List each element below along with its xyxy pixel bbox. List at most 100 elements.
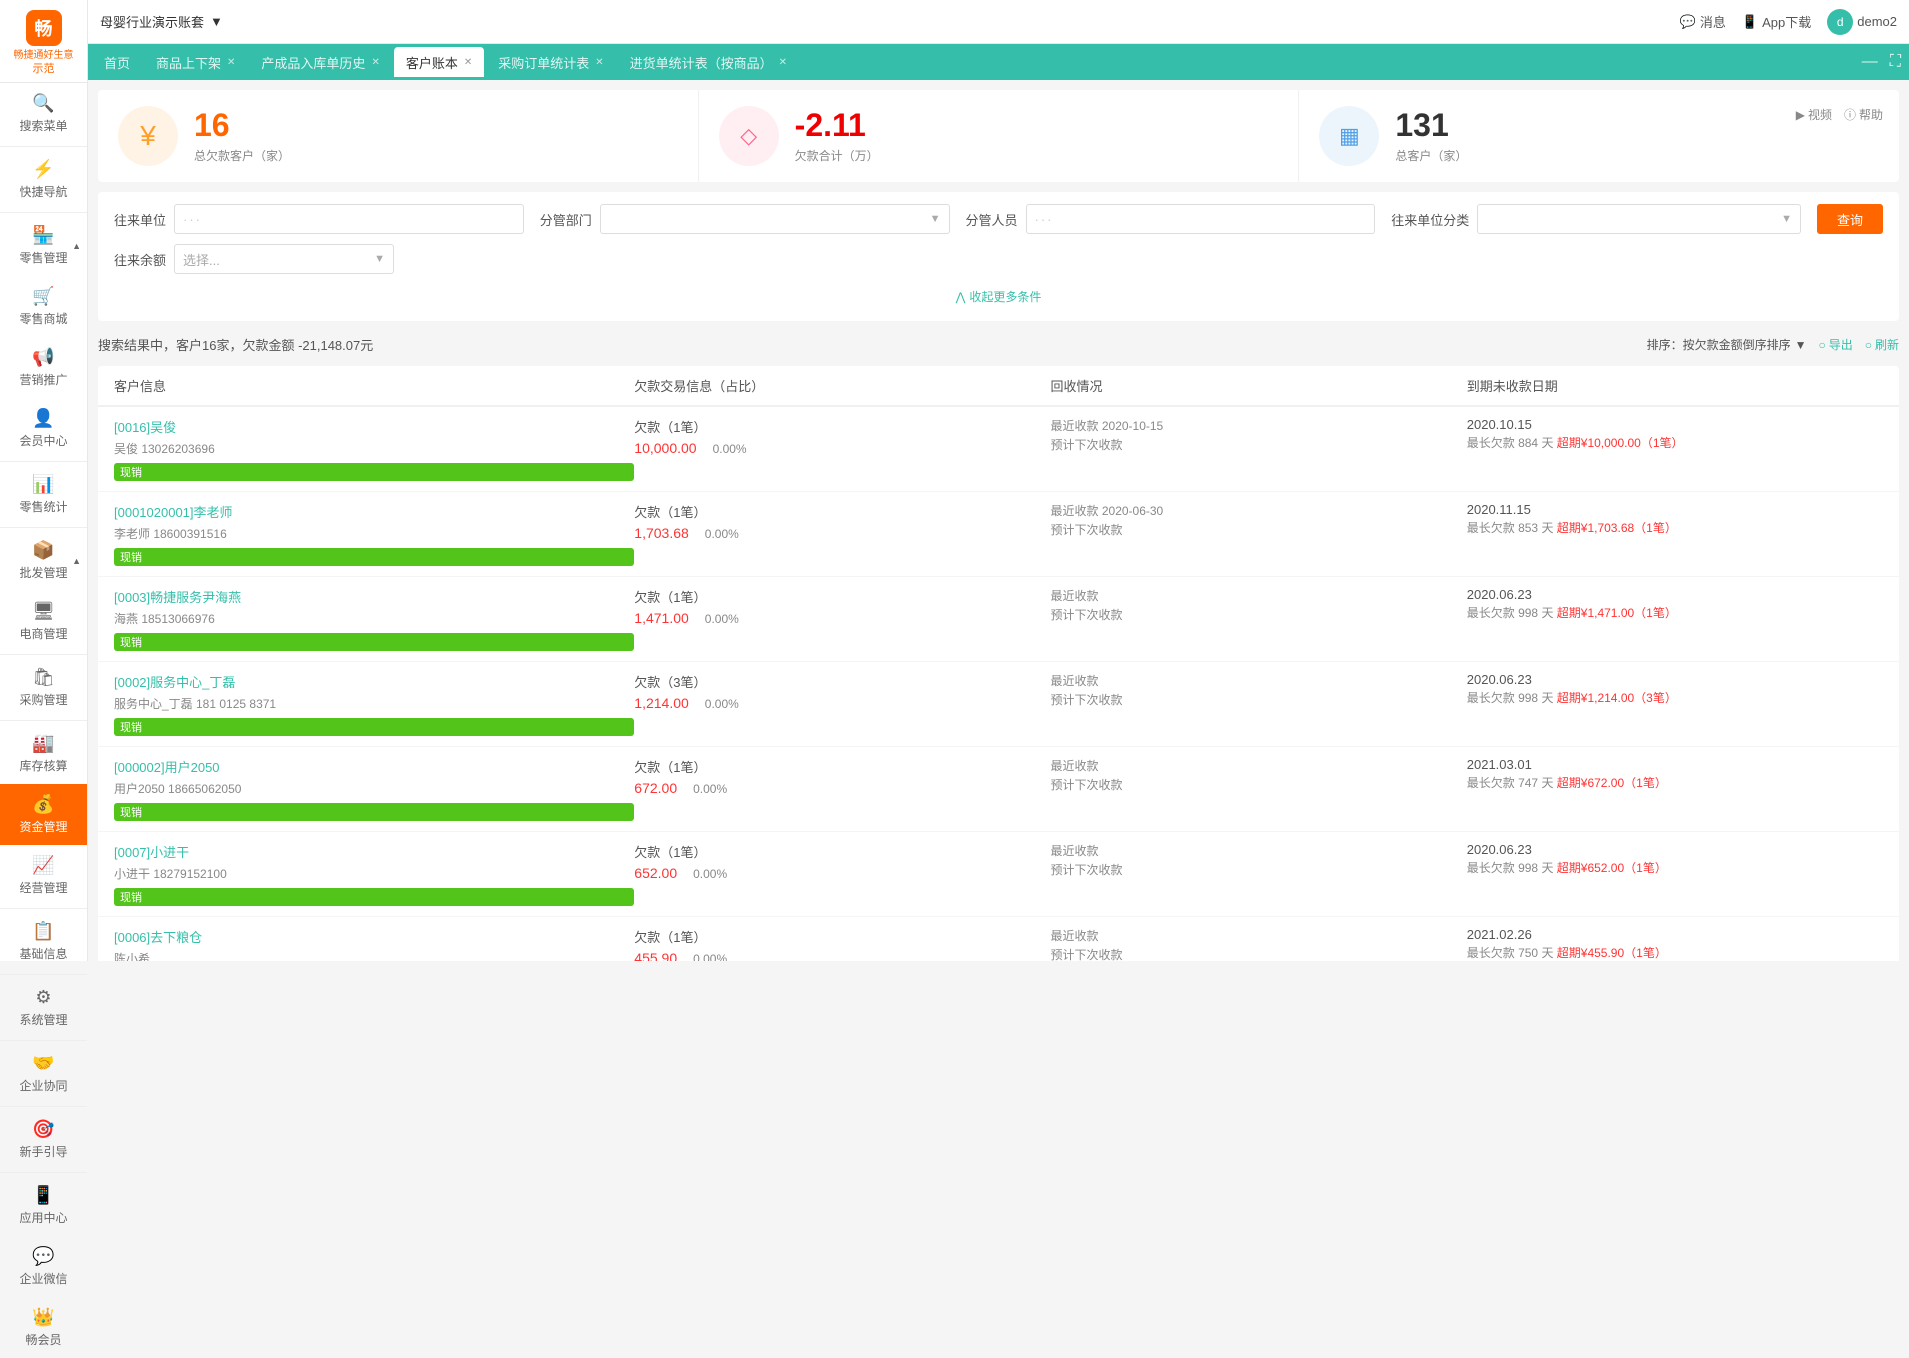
purchase-icon: 🛍 — [32, 667, 55, 688]
sidebar-item-purchase[interactable]: 🛍采购管理 — [0, 657, 87, 718]
sidebar-item-inventory[interactable]: 🏭库存核算 — [0, 723, 87, 784]
export-btn[interactable]: ○ 导出 — [1818, 336, 1852, 353]
tab-close-purchase-stat[interactable]: ✕ — [779, 57, 787, 68]
filter-category: 往来单位分类 ▼ — [1391, 204, 1801, 234]
sidebar-item-retail-mgmt[interactable]: 🏪零售管理 — [0, 215, 87, 276]
stat-icon-2: ▦ — [1319, 106, 1379, 166]
customer-tag-4: 现销 — [114, 803, 634, 821]
overdue-days-3: 最长欠款 998 天 超期¥1,214.00（3笔） — [1467, 689, 1883, 706]
inventory-icon: 🏭 — [32, 733, 54, 754]
sidebar-item-label: 企业协同 — [19, 1077, 67, 1094]
sidebar-item-label: 新手引导 — [19, 1143, 67, 1160]
sidebar-item-member-plus[interactable]: 👑畅会员 — [0, 1297, 87, 1358]
sidebar-item-retail-mall[interactable]: 🛒零售商城 — [0, 276, 87, 337]
overdue-link-0[interactable]: 超期¥10,000.00（1笔） — [1557, 436, 1684, 450]
customer-name-link-6[interactable]: [0006]去下粮仓 — [114, 930, 202, 945]
tab-home[interactable]: 首页 — [92, 47, 142, 77]
sidebar-item-ecommerce[interactable]: 🖥电商管理 — [0, 591, 87, 652]
sidebar-item-enterprise-wechat[interactable]: 💬企业微信 — [0, 1236, 87, 1297]
sidebar-item-label: 基础信息 — [19, 945, 67, 962]
customer-sub-3: 服务中心_丁磊 181 0125 8371 — [114, 695, 634, 712]
sidebar-item-enterprise-coop[interactable]: 🤝企业协同 — [0, 1043, 87, 1104]
customer-name-link-0[interactable]: [0016]吴俊 — [114, 420, 176, 435]
video-btn[interactable]: ▶ 视频 — [1796, 106, 1832, 123]
retail-mall-icon: 🛒 — [32, 286, 54, 307]
help-btn[interactable]: ⓘ 帮助 — [1844, 106, 1883, 123]
overdue-days-6: 最长欠款 750 天 超期¥455.90（1笔） — [1467, 944, 1883, 961]
collapse-button[interactable]: ⋀ 收起更多条件 — [956, 288, 1042, 305]
customer-tag-3: 现销 — [114, 718, 634, 736]
sidebar-item-newbie[interactable]: 🎯新手引导 — [0, 1109, 87, 1170]
overdue-link-2[interactable]: 超期¥1,471.00（1笔） — [1557, 606, 1677, 620]
search-button[interactable]: 查询 — [1817, 204, 1883, 234]
customer-sub-2: 海燕 18513066976 — [114, 610, 634, 627]
tab-close-product-history[interactable]: ✕ — [371, 57, 379, 68]
overdue-days-0: 最长欠款 884 天 超期¥10,000.00（1笔） — [1467, 434, 1883, 451]
tab-product-off[interactable]: 商品上下架✕ — [144, 47, 247, 77]
avatar: d — [1827, 9, 1853, 35]
user-menu[interactable]: d demo2 — [1827, 9, 1897, 35]
debt-cell-5: 欠款（1笔） 652.00 0.00% — [634, 842, 1050, 881]
col-header-0: 客户信息 — [114, 376, 634, 395]
manager-input[interactable]: ··· — [1026, 204, 1376, 234]
filter-supplier-label: 往来单位 — [114, 210, 166, 229]
topbar-right: 💬 消息 📱 App下载 d demo2 — [1680, 9, 1897, 35]
dept-select[interactable]: ▼ — [600, 204, 950, 234]
overdue-link-5[interactable]: 超期¥652.00（1笔） — [1557, 861, 1667, 875]
debt-count-5: 欠款（1笔） — [634, 842, 1050, 861]
company-name: 母婴行业演示账套 — [100, 12, 204, 31]
stat-card-0: ¥ 16 总欠款客户（家） — [98, 90, 699, 182]
sidebar-logo: 畅 畅捷通好生意示范 — [0, 0, 87, 83]
sort-arrow: ▼ — [1795, 338, 1807, 352]
basic-info-icon: 📋 — [32, 921, 54, 942]
retail-mgmt-icon: 🏪 — [32, 225, 54, 246]
sidebar-item-app-center[interactable]: 📱应用中心 — [0, 1175, 87, 1236]
tab-close-purchase-order[interactable]: ✕ — [595, 57, 603, 68]
debt-amount-3: 1,214.00 — [634, 695, 689, 711]
sidebar-item-operations[interactable]: 📈经营管理 — [0, 845, 87, 906]
sidebar-item-member[interactable]: 👤会员中心 — [0, 398, 87, 459]
tab-close-product-off[interactable]: ✕ — [227, 57, 235, 68]
tab-customer-account[interactable]: 客户账本✕ — [394, 47, 484, 77]
supplier-input[interactable]: ··· — [174, 204, 524, 234]
sidebar-item-search[interactable]: 🔍搜索菜单 — [0, 83, 87, 144]
sidebar-item-finance[interactable]: 💰资金管理 — [0, 784, 87, 845]
overdue-link-3[interactable]: 超期¥1,214.00（3笔） — [1557, 691, 1677, 705]
balance-select[interactable]: 选择... ▼ — [174, 244, 394, 274]
sidebar-divider — [0, 654, 87, 655]
sort-select[interactable]: 排序：按欠款金额倒序排序 ▼ — [1647, 336, 1807, 353]
sidebar-item-basic-info[interactable]: 📋 基础信息 — [0, 911, 87, 972]
debt-ratio-6: 0.00% — [693, 952, 727, 961]
customer-name-link-2[interactable]: [0003]畅捷服务尹海燕 — [114, 590, 241, 605]
operations-icon: 📈 — [32, 855, 54, 876]
sidebar-item-marketing[interactable]: 📢营销推广 — [0, 337, 87, 398]
collapse-row: ⋀ 收起更多条件 — [114, 284, 1883, 309]
sidebar-item-retail-stat[interactable]: 📊零售统计 — [0, 464, 87, 525]
sidebar-item-label: 营销推广 — [19, 371, 67, 388]
customer-name-link-3[interactable]: [0002]服务中心_丁磊 — [114, 675, 235, 690]
sidebar-item-system[interactable]: ⚙系统管理 — [0, 977, 87, 1038]
overdue-link-4[interactable]: 超期¥672.00（1笔） — [1557, 776, 1667, 790]
sidebar-item-label: 搜索菜单 — [19, 117, 67, 134]
minimize-btn[interactable]: — — [1858, 53, 1882, 71]
maximize-btn[interactable]: ⛶ — [1886, 53, 1905, 71]
app-download-btn[interactable]: 📱 App下载 — [1742, 12, 1811, 31]
tab-close-customer-account[interactable]: ✕ — [464, 57, 472, 68]
customer-name-link-4[interactable]: [000002]用户2050 — [114, 760, 220, 775]
category-select[interactable]: ▼ — [1477, 204, 1801, 234]
sidebar-item-quick-nav[interactable]: ⚡快捷导航 — [0, 149, 87, 210]
customer-tag-2: 现销 — [114, 633, 634, 651]
sidebar-item-label: 零售统计 — [19, 498, 67, 515]
customer-name-link-5[interactable]: [0007]小进干 — [114, 845, 189, 860]
refresh-btn[interactable]: ○ 刷新 — [1865, 336, 1899, 353]
sidebar-item-batch-mgmt[interactable]: 📦批发管理 — [0, 530, 87, 591]
stat-card-1: ◇ -2.11 欠款合计（万） — [699, 90, 1300, 182]
overdue-link-1[interactable]: 超期¥1,703.68（1笔） — [1557, 521, 1677, 535]
sidebar-item-label: 企业微信 — [19, 1270, 67, 1287]
customer-name-link-1[interactable]: [0001020001]李老师 — [114, 505, 233, 520]
tab-product-history[interactable]: 产成品入库单历史✕ — [249, 47, 391, 77]
tab-purchase-order[interactable]: 采购订单统计表✕ — [486, 47, 615, 77]
tab-purchase-stat[interactable]: 进货单统计表（按商品）✕ — [618, 47, 799, 77]
message-btn[interactable]: 💬 消息 — [1680, 12, 1726, 31]
overdue-link-6[interactable]: 超期¥455.90（1笔） — [1557, 946, 1667, 960]
